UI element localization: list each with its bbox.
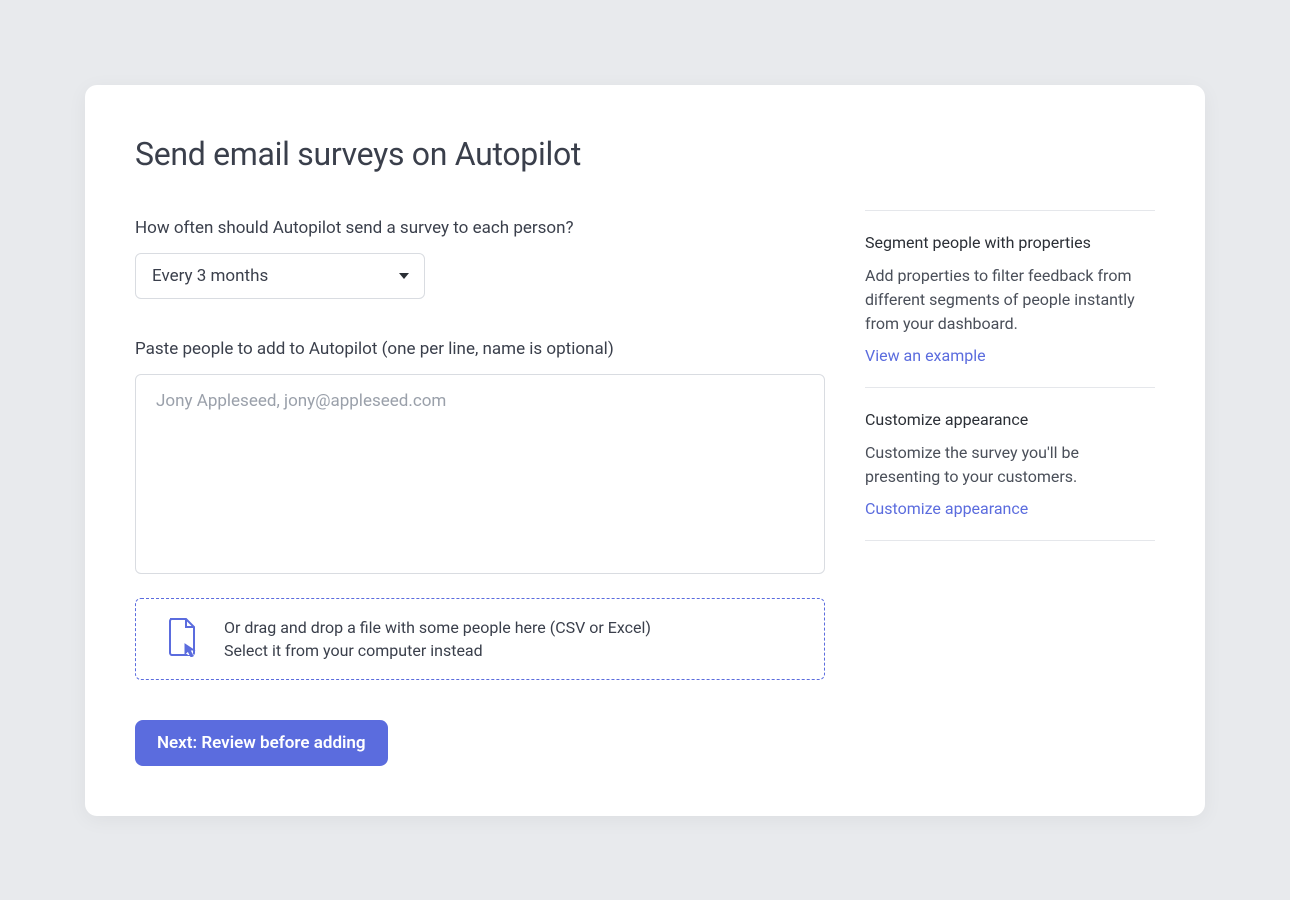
- sidebar-segment-desc: Add properties to filter feedback from d…: [865, 264, 1155, 336]
- frequency-select[interactable]: Every 3 months: [135, 253, 425, 299]
- autopilot-setup-card: Send email surveys on Autopilot How ofte…: [85, 85, 1205, 816]
- page-title: Send email surveys on Autopilot: [135, 135, 825, 173]
- sidebar-column: Segment people with properties Add prope…: [865, 135, 1155, 766]
- dropzone-instruction: Or drag and drop a file with some people…: [224, 618, 651, 637]
- dropzone-text: Or drag and drop a file with some people…: [224, 618, 651, 660]
- next-button[interactable]: Next: Review before adding: [135, 720, 388, 766]
- main-column: Send email surveys on Autopilot How ofte…: [135, 135, 825, 766]
- file-dropzone[interactable]: Or drag and drop a file with some people…: [135, 598, 825, 680]
- file-upload-icon: [166, 617, 198, 661]
- frequency-label: How often should Autopilot send a survey…: [135, 218, 825, 238]
- dropzone-alt-action: Select it from your computer instead: [224, 641, 651, 660]
- sidebar-appearance-desc: Customize the survey you'll be presentin…: [865, 441, 1155, 489]
- people-label: Paste people to add to Autopilot (one pe…: [135, 339, 825, 359]
- sidebar-appearance-title: Customize appearance: [865, 410, 1155, 429]
- people-textarea[interactable]: [135, 374, 825, 574]
- sidebar-segment-title: Segment people with properties: [865, 233, 1155, 252]
- view-example-link[interactable]: View an example: [865, 346, 986, 365]
- sidebar-segment-section: Segment people with properties Add prope…: [865, 210, 1155, 387]
- customize-appearance-link[interactable]: Customize appearance: [865, 499, 1028, 518]
- sidebar-appearance-section: Customize appearance Customize the surve…: [865, 387, 1155, 541]
- frequency-select-wrap: Every 3 months: [135, 253, 425, 299]
